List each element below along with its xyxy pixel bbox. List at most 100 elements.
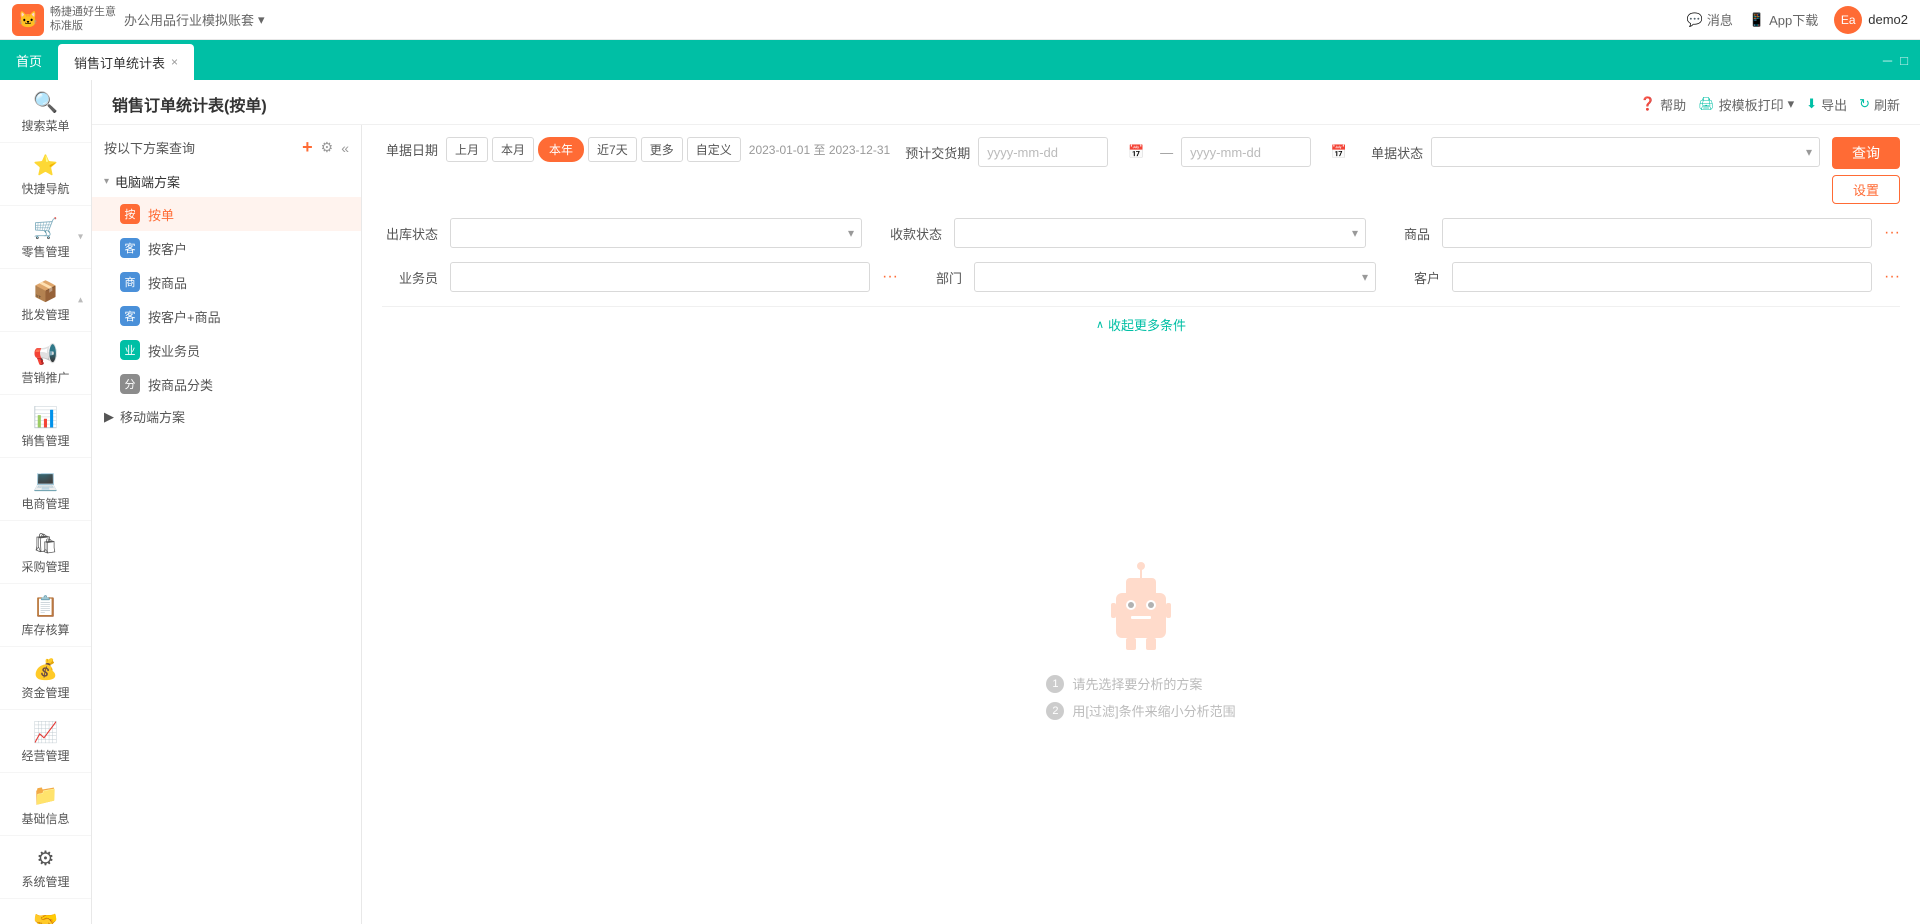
collapse-panel-icon[interactable]: « bbox=[341, 140, 349, 156]
doc-status-group: 单据状态 bbox=[1367, 137, 1820, 167]
user-area[interactable]: Ea demo2 bbox=[1834, 6, 1908, 34]
salesperson-label: 业务员 bbox=[382, 268, 438, 287]
expected-date-end-input[interactable] bbox=[1181, 137, 1311, 167]
logo-text: 畅捷通好生意 标准版 bbox=[50, 6, 116, 32]
date-btn-7days[interactable]: 近7天 bbox=[588, 137, 637, 162]
tab-home[interactable]: 首页 bbox=[0, 40, 58, 80]
sidebar-item-marketing[interactable]: 📢 营销推广 bbox=[0, 332, 91, 395]
doc-status-select-wrap bbox=[1431, 137, 1820, 167]
sidebar-item-sales[interactable]: 📊 销售管理 bbox=[0, 395, 91, 458]
shipping-status-label: 出库状态 bbox=[382, 224, 438, 243]
doc-status-select[interactable] bbox=[1431, 137, 1820, 167]
maximize-icon[interactable]: □ bbox=[1900, 53, 1908, 68]
settings-button[interactable]: 设置 bbox=[1832, 175, 1900, 204]
date-btn-more[interactable]: 更多 bbox=[641, 137, 683, 162]
wholesale-arrow-icon: ▴ bbox=[78, 295, 83, 306]
marketing-icon: 📢 bbox=[33, 342, 58, 367]
plan-item-by-salesperson[interactable]: 业 按业务员 bbox=[92, 333, 361, 367]
collapse-button[interactable]: ∧ 收起更多条件 bbox=[382, 306, 1900, 342]
query-button[interactable]: 查询 bbox=[1832, 137, 1900, 169]
export-button[interactable]: ⬇ 导出 bbox=[1806, 95, 1847, 114]
salesperson-dots[interactable]: ··· bbox=[882, 268, 898, 286]
expected-date-label: 预计交货期 bbox=[902, 143, 970, 162]
print-button[interactable]: 🖨 按模板打印 ▾ bbox=[1698, 95, 1794, 114]
help-button[interactable]: ❓ 帮助 bbox=[1640, 95, 1686, 114]
mobile-group[interactable]: ▶ 移动端方案 bbox=[92, 401, 361, 432]
date-btns-group: 上月 本月 本年 近7天 更多 自定义 bbox=[446, 137, 741, 162]
sidebar-item-finance[interactable]: 💰 资金管理 bbox=[0, 647, 91, 710]
tab-sales-order-stats[interactable]: 销售订单统计表 × bbox=[58, 44, 194, 80]
plan-icon-order: 按 bbox=[120, 204, 140, 224]
date-btn-custom[interactable]: 自定义 bbox=[687, 137, 741, 162]
plan-settings-icon[interactable]: ⚙ bbox=[321, 139, 334, 156]
sidebar-item-retail[interactable]: 🛒 零售管理 ▾ bbox=[0, 206, 91, 269]
sidebar-item-wholesale[interactable]: 📦 批发管理 ▴ bbox=[0, 269, 91, 332]
sidebar-item-enterprise[interactable]: 🤝 企业协同 bbox=[0, 899, 91, 924]
doc-status-label: 单据状态 bbox=[1367, 143, 1423, 162]
hint-num-1: 1 bbox=[1046, 675, 1064, 693]
message-icon: 💬 bbox=[1687, 12, 1703, 28]
tab-close-icon[interactable]: × bbox=[171, 55, 178, 69]
plan-item-by-order[interactable]: 按 按单 bbox=[92, 197, 361, 231]
plan-item-by-customer[interactable]: 客 按客户 bbox=[92, 231, 361, 265]
app-download-button[interactable]: 📱 App下载 bbox=[1749, 10, 1818, 29]
cal-start-icon: 📅 bbox=[1128, 144, 1144, 160]
empty-state-icon bbox=[1091, 558, 1191, 658]
purchase-icon: 🛍 bbox=[33, 531, 58, 556]
app-download-icon: 📱 bbox=[1749, 12, 1765, 28]
hint-num-2: 2 bbox=[1046, 702, 1064, 720]
breadcrumb-arrow-icon: ▾ bbox=[258, 12, 265, 28]
plan-item-by-goods[interactable]: 商 按商品 bbox=[92, 265, 361, 299]
sidebar-item-inventory[interactable]: 📋 库存核算 bbox=[0, 584, 91, 647]
plan-group-header[interactable]: ▾ 电脑端方案 bbox=[92, 166, 361, 197]
plan-item-by-customer-goods[interactable]: 客 按客户+商品 bbox=[92, 299, 361, 333]
basic-info-icon: 📁 bbox=[33, 783, 58, 808]
payment-status-select[interactable] bbox=[954, 218, 1366, 248]
left-panel: 按以下方案查询 + ⚙ « ▾ 电脑端方案 按 按单 bbox=[92, 125, 362, 924]
goods-input[interactable] bbox=[1442, 218, 1872, 248]
left-panel-header: 按以下方案查询 + ⚙ « bbox=[92, 137, 361, 166]
sidebar-item-ecommerce[interactable]: 💻 电商管理 bbox=[0, 458, 91, 521]
minimize-icon[interactable]: ─ bbox=[1883, 53, 1892, 68]
print-dropdown-icon: ▾ bbox=[1788, 96, 1795, 112]
message-button[interactable]: 💬 消息 bbox=[1687, 10, 1733, 29]
sidebar-item-purchase[interactable]: 🛍 采购管理 bbox=[0, 521, 91, 584]
sidebar-item-quicknav[interactable]: ⭐ 快捷导航 bbox=[0, 143, 91, 206]
avatar: Ea bbox=[1834, 6, 1862, 34]
plan-expand-icon: ▾ bbox=[104, 176, 109, 187]
add-plan-icon[interactable]: + bbox=[302, 137, 313, 158]
plan-icon-customer-goods: 客 bbox=[120, 306, 140, 326]
date-btn-this-year[interactable]: 本年 bbox=[538, 137, 584, 162]
sidebar-item-search[interactable]: 🔍 搜索菜单 bbox=[0, 80, 91, 143]
breadcrumb-selector[interactable]: 办公用品行业模拟账套 ▾ bbox=[124, 10, 265, 29]
left-panel-icons: + ⚙ « bbox=[302, 137, 349, 158]
shipping-status-select[interactable] bbox=[450, 218, 862, 248]
wholesale-icon: 📦 bbox=[33, 279, 58, 304]
department-label: 部门 bbox=[922, 268, 962, 287]
filter-section: 单据日期 上月 本月 本年 近7天 更多 自定义 2023-01-01 至 20… bbox=[362, 125, 1920, 354]
expected-date-group: 预计交货期 📅 — 📅 bbox=[902, 137, 1355, 167]
goods-dots[interactable]: ··· bbox=[1884, 224, 1900, 242]
sidebar-item-operations[interactable]: 📈 经营管理 bbox=[0, 710, 91, 773]
finance-icon: 💰 bbox=[33, 657, 58, 682]
customer-dots[interactable]: ··· bbox=[1884, 268, 1900, 286]
plan-item-by-category[interactable]: 分 按商品分类 bbox=[92, 367, 361, 401]
plan-icon-salesperson: 业 bbox=[120, 340, 140, 360]
ecommerce-icon: 💻 bbox=[33, 468, 58, 493]
filter-row-1: 单据日期 上月 本月 本年 近7天 更多 自定义 2023-01-01 至 20… bbox=[382, 137, 1900, 204]
sidebar-item-system[interactable]: ⚙ 系统管理 bbox=[0, 836, 91, 899]
sidebar-item-basic-info[interactable]: 📁 基础信息 bbox=[0, 773, 91, 836]
page-header: 销售订单统计表(按单) ❓ 帮助 🖨 按模板打印 ▾ ⬇ 导出 ↻ 刷新 bbox=[92, 80, 1920, 125]
date-btn-this-month[interactable]: 本月 bbox=[492, 137, 534, 162]
date-btn-last-month[interactable]: 上月 bbox=[446, 137, 488, 162]
payment-status-label: 收款状态 bbox=[886, 224, 942, 243]
filter-row-3: 业务员 ··· 部门 客户 ··· bbox=[382, 262, 1900, 292]
refresh-button[interactable]: ↻ 刷新 bbox=[1859, 95, 1900, 114]
department-select[interactable] bbox=[974, 262, 1376, 292]
expected-date-start-input[interactable] bbox=[978, 137, 1108, 167]
customer-input[interactable] bbox=[1452, 262, 1872, 292]
salesperson-input[interactable] bbox=[450, 262, 870, 292]
date-range-display: 2023-01-01 至 2023-12-31 bbox=[749, 141, 890, 158]
retail-arrow-icon: ▾ bbox=[78, 232, 83, 243]
top-bar: 🐱 畅捷通好生意 标准版 办公用品行业模拟账套 ▾ 💬 消息 📱 App下载 E… bbox=[0, 0, 1920, 40]
